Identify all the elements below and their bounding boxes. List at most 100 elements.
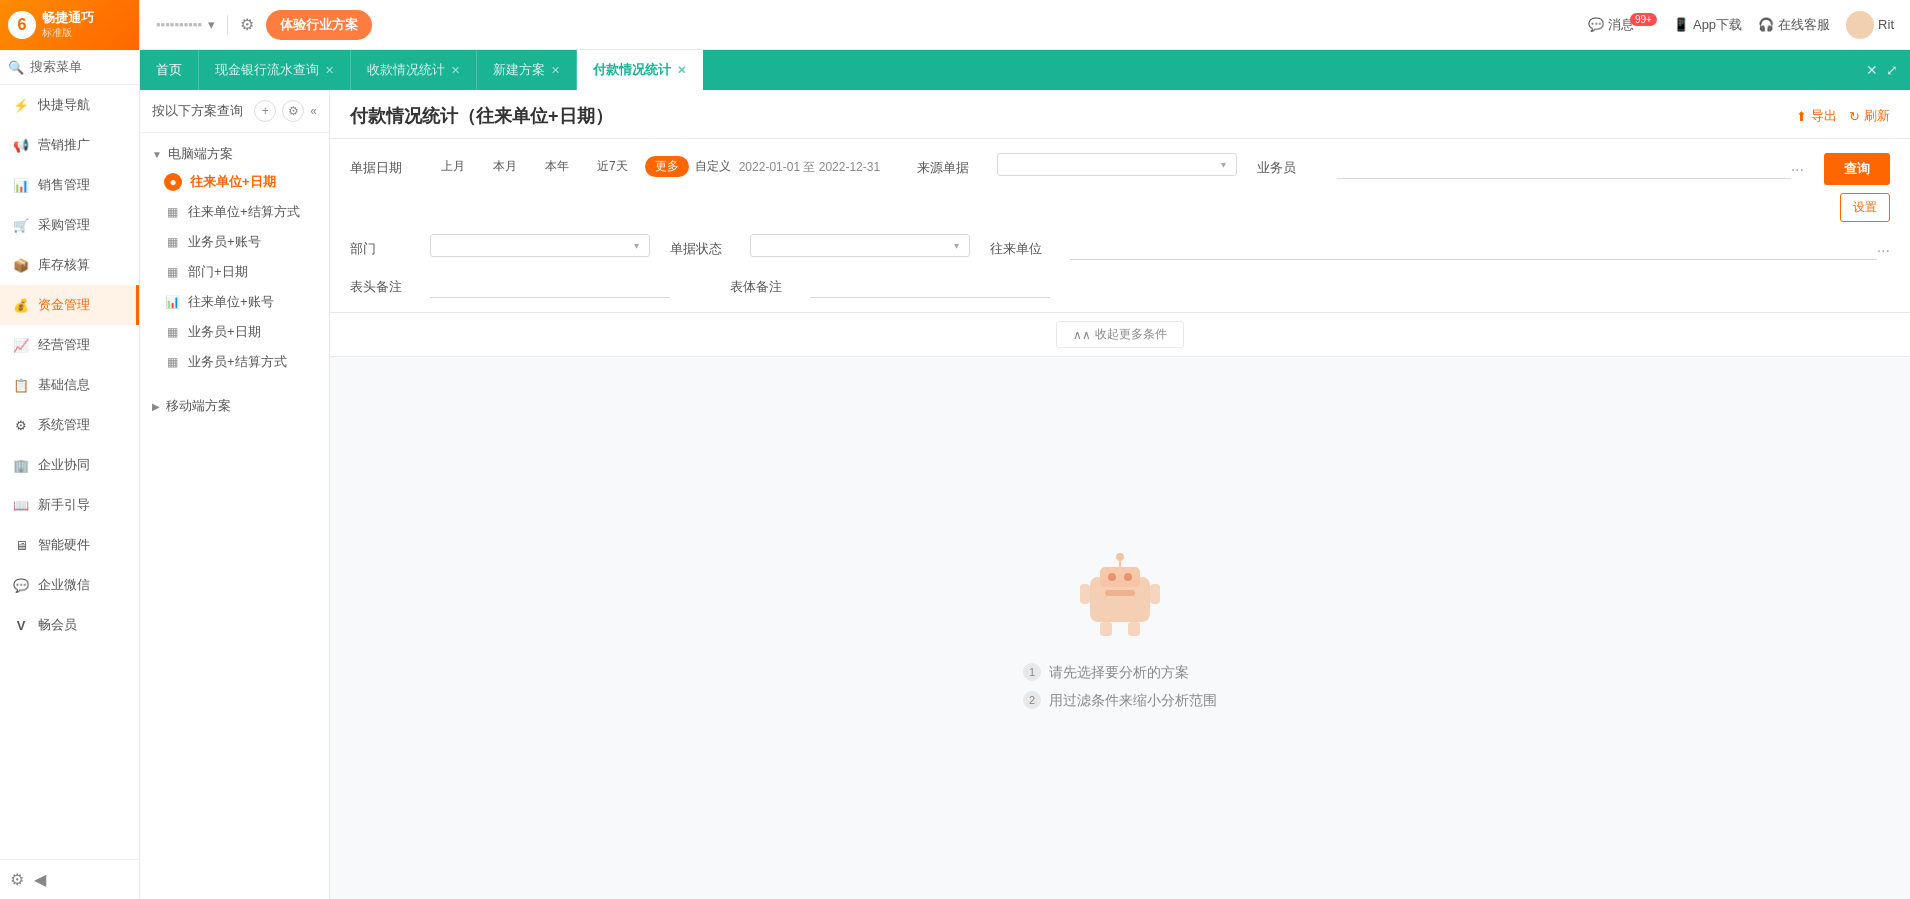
collapse-scheme-btn[interactable]: «: [310, 104, 317, 118]
trial-btn[interactable]: 体验行业方案: [266, 10, 372, 40]
scheme-item-staff-account[interactable]: ▦ 业务员+账号: [140, 227, 329, 257]
sidebar-item-hardware[interactable]: 🖥 智能硬件: [0, 525, 139, 565]
staff-account-icon: ▦: [164, 234, 180, 250]
staff-dots-btn[interactable]: ...: [1791, 157, 1804, 175]
app-download-action[interactable]: 📱 App下载: [1673, 16, 1742, 34]
partner-dots-btn[interactable]: ...: [1877, 238, 1890, 256]
body-note-input[interactable]: [810, 272, 1050, 298]
sidebar-nav: ⚡ 快捷导航 📢 营销推广 📊 销售管理 🛒 采购管理 📦 库存核算 💰 资金管…: [0, 85, 139, 859]
date-custom-btn[interactable]: 自定义: [695, 158, 731, 175]
scheme-item-staff-settle[interactable]: ▦ 业务员+结算方式: [140, 347, 329, 377]
sidebar-item-label: 企业协同: [38, 456, 90, 474]
bill-status-select[interactable]: ▾: [750, 234, 970, 257]
sidebar-item-inventory[interactable]: 📦 库存核算: [0, 245, 139, 285]
sidebar-item-label: 销售管理: [38, 176, 90, 194]
sidebar-item-system[interactable]: ⚙ 系统管理: [0, 405, 139, 445]
receive-tab-close[interactable]: ✕: [451, 64, 460, 77]
partner-date-icon: ●: [164, 173, 182, 191]
sidebar-item-sales[interactable]: 📊 销售管理: [0, 165, 139, 205]
sidebar-item-finance[interactable]: 💰 资金管理: [0, 285, 139, 325]
sidebar-item-label: 畅会员: [38, 616, 77, 634]
query-btn[interactable]: 查询: [1824, 153, 1890, 185]
sidebar-item-label: 企业微信: [38, 576, 90, 594]
header-note-input[interactable]: [430, 272, 670, 298]
tab-new-plan[interactable]: 新建方案 ✕: [477, 50, 577, 90]
sidebar-item-operations[interactable]: 📈 经营管理: [0, 325, 139, 365]
scheme-group-desktop-header[interactable]: ▼ 电脑端方案: [140, 141, 329, 167]
svg-point-9: [1116, 553, 1124, 561]
logo-text: 畅捷通巧 标准版: [42, 10, 94, 40]
sidebar-item-label: 营销推广: [38, 136, 90, 154]
date-more-btn[interactable]: 更多: [645, 156, 689, 177]
date-this-year[interactable]: 本年: [534, 153, 580, 180]
scheme-item-partner-date[interactable]: ● 往来单位+日期: [140, 167, 329, 197]
tab-payment-stat[interactable]: 付款情况统计 ✕: [577, 50, 703, 90]
sidebar-item-label: 基础信息: [38, 376, 90, 394]
scheme-item-staff-account-label: 业务员+账号: [188, 233, 261, 251]
topbar: ▪▪▪▪▪▪▪▪▪▪ ▾ ⚙ 体验行业方案 💬 消息 99+ 📱 App下载 🎧…: [140, 0, 1910, 50]
sales-icon: 📊: [12, 176, 30, 194]
content-area: 按以下方案查询 + ⚙ « ▼ 电脑端方案 ● 往来单位+日期 ▦: [140, 90, 1910, 899]
tab-home[interactable]: 首页: [140, 50, 199, 90]
dept-select[interactable]: ▾: [430, 234, 650, 257]
tab-receive[interactable]: 收款情况统计 ✕: [351, 50, 477, 90]
sidebar-item-vip[interactable]: V 畅会员: [0, 605, 139, 645]
bank-flow-tab-close[interactable]: ✕: [325, 64, 334, 77]
svg-rect-5: [1080, 584, 1090, 604]
date-last-7-days[interactable]: 近7天: [586, 153, 639, 180]
sidebar-item-label: 新手引导: [38, 496, 90, 514]
sidebar-search[interactable]: 🔍 搜索菜单: [0, 50, 139, 85]
date-this-month[interactable]: 本月: [482, 153, 528, 180]
scheme-item-partner-settle[interactable]: ▦ 往来单位+结算方式: [140, 197, 329, 227]
sidebar-item-guide[interactable]: 📖 新手引导: [0, 485, 139, 525]
date-last-month[interactable]: 上月: [430, 153, 476, 180]
new-plan-tab-close[interactable]: ✕: [551, 64, 560, 77]
filter-settings-btn[interactable]: 设置: [1840, 193, 1890, 222]
payment-stat-tab-label: 付款情况统计: [593, 61, 671, 79]
sidebar-item-quick-nav[interactable]: ⚡ 快捷导航: [0, 85, 139, 125]
phone-icon: 📱: [1673, 17, 1689, 32]
sidebar-item-weixin[interactable]: 💬 企业微信: [0, 565, 139, 605]
sidebar-item-marketing[interactable]: 📢 营销推广: [0, 125, 139, 165]
mobile-group-label: 移动端方案: [166, 397, 231, 415]
maximize-window-icon[interactable]: ⤢: [1886, 62, 1898, 78]
date-options: 上月 本月 本年 近7天 更多 自定义: [430, 153, 731, 180]
scheme-item-partner-account[interactable]: 📊 往来单位+账号: [140, 287, 329, 317]
payment-stat-tab-close[interactable]: ✕: [677, 64, 686, 77]
message-action[interactable]: 💬 消息 99+: [1588, 16, 1657, 34]
refresh-action[interactable]: ↻ 刷新: [1849, 107, 1890, 125]
tab-bank-flow[interactable]: 现金银行流水查询 ✕: [199, 50, 351, 90]
sidebar-collapse-icon[interactable]: ◀: [34, 870, 46, 889]
svg-rect-1: [1100, 567, 1140, 587]
finance-icon: 💰: [12, 296, 30, 314]
topbar-brand: ▪▪▪▪▪▪▪▪▪▪ ▾: [156, 17, 215, 32]
collapse-btn-label: 收起更多条件: [1095, 326, 1167, 343]
sidebar-item-basic-info[interactable]: 📋 基础信息: [0, 365, 139, 405]
partner-input[interactable]: [1070, 234, 1877, 260]
empty-tip-2-text: 用过滤条件来缩小分析范围: [1049, 686, 1217, 714]
staff-input[interactable]: [1337, 153, 1791, 179]
scheme-panel: 按以下方案查询 + ⚙ « ▼ 电脑端方案 ● 往来单位+日期 ▦: [140, 90, 330, 899]
desktop-group-label: 电脑端方案: [168, 145, 233, 163]
online-service-action[interactable]: 🎧 在线客服: [1758, 16, 1830, 34]
close-window-icon[interactable]: ✕: [1866, 62, 1878, 78]
sidebar-item-purchase[interactable]: 🛒 采购管理: [0, 205, 139, 245]
topbar-settings-icon[interactable]: ⚙: [240, 15, 254, 34]
svg-rect-6: [1150, 584, 1160, 604]
scheme-group-mobile-header[interactable]: ▶ 移动端方案: [140, 393, 329, 419]
dropdown-arrow-icon[interactable]: ▾: [208, 17, 215, 32]
sidebar-item-enterprise[interactable]: 🏢 企业协同: [0, 445, 139, 485]
scheme-item-staff-date-label: 业务员+日期: [188, 323, 261, 341]
sidebar-settings-icon[interactable]: ⚙: [10, 870, 24, 889]
scheme-item-dept-date[interactable]: ▦ 部门+日期: [140, 257, 329, 287]
collapse-btn[interactable]: ∧∧ 收起更多条件: [1056, 321, 1184, 348]
scheme-item-staff-date[interactable]: ▦ 业务员+日期: [140, 317, 329, 347]
settings-scheme-btn[interactable]: ⚙: [282, 100, 304, 122]
export-action[interactable]: ⬆ 导出: [1796, 107, 1837, 125]
marketing-icon: 📢: [12, 136, 30, 154]
user-action[interactable]: Rit: [1846, 11, 1894, 39]
partner-settle-icon: ▦: [164, 204, 180, 220]
add-scheme-btn[interactable]: +: [254, 100, 276, 122]
source-bill-select[interactable]: ▾: [997, 153, 1237, 176]
topbar-actions: 💬 消息 99+ 📱 App下载 🎧 在线客服 Rit: [1588, 11, 1894, 39]
